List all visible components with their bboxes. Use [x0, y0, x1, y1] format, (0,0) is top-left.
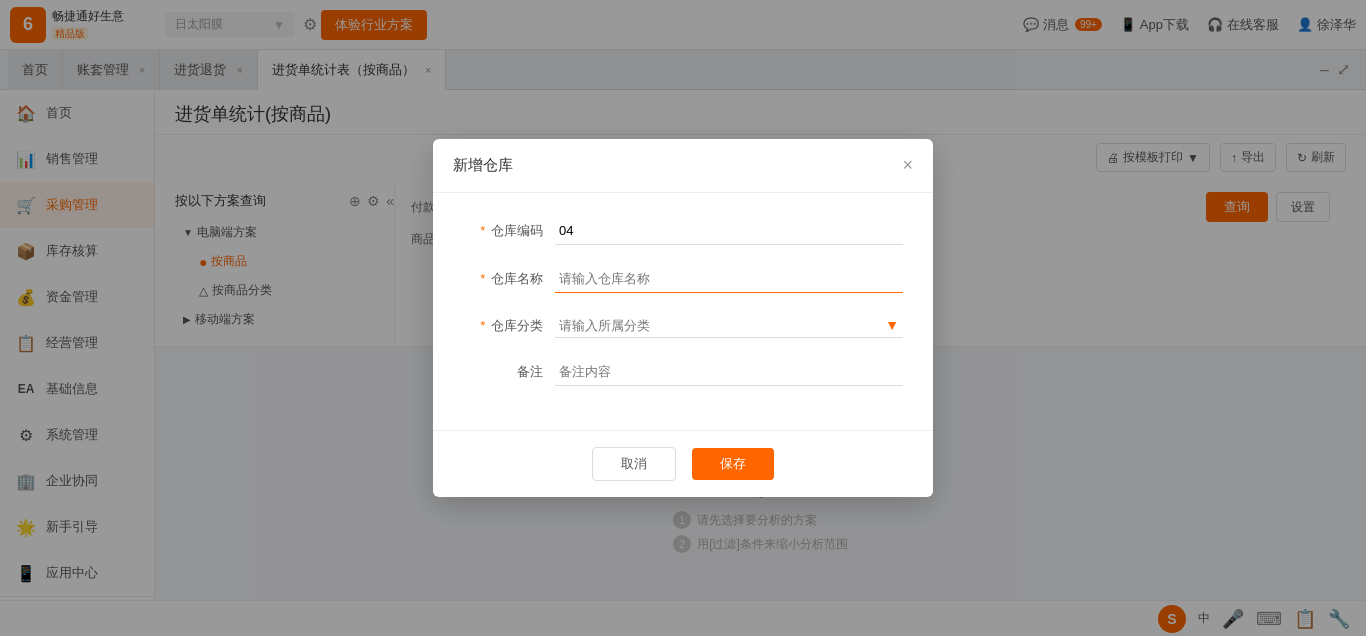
warehouse-name-row: * 仓库名称	[463, 265, 903, 293]
warehouse-code-label: * 仓库编码	[463, 222, 543, 240]
modal-header: 新增仓库 ×	[433, 139, 933, 193]
warehouse-name-label: * 仓库名称	[463, 270, 543, 288]
modal-close-button[interactable]: ×	[902, 155, 913, 176]
name-required-star: *	[480, 271, 485, 286]
category-dropdown-icon[interactable]: ▼	[885, 317, 899, 333]
warehouse-name-input[interactable]	[555, 265, 903, 293]
warehouse-category-input[interactable]	[559, 318, 885, 333]
warehouse-code-input[interactable]	[555, 217, 903, 245]
warehouse-remark-input[interactable]	[555, 358, 903, 386]
code-required-star: *	[480, 223, 485, 238]
add-warehouse-modal: 新增仓库 × * 仓库编码 * 仓库名称	[433, 139, 933, 497]
warehouse-code-row: * 仓库编码	[463, 217, 903, 245]
modal-title: 新增仓库	[453, 156, 513, 175]
warehouse-remark-label: 备注	[463, 363, 543, 381]
modal-footer: 取消 保存	[433, 430, 933, 497]
category-label-text: 仓库分类	[491, 318, 543, 333]
warehouse-category-row: * 仓库分类 ▼	[463, 313, 903, 338]
name-label-text: 仓库名称	[491, 271, 543, 286]
warehouse-remark-row: 备注	[463, 358, 903, 386]
modal-overlay: 新增仓库 × * 仓库编码 * 仓库名称	[0, 0, 1366, 636]
save-button[interactable]: 保存	[692, 448, 774, 480]
code-label-text: 仓库编码	[491, 223, 543, 238]
category-required-star: *	[480, 318, 485, 333]
warehouse-category-label: * 仓库分类	[463, 317, 543, 335]
warehouse-category-wrapper[interactable]: ▼	[555, 313, 903, 338]
modal-body: * 仓库编码 * 仓库名称 * 仓库分类	[433, 193, 933, 430]
cancel-button[interactable]: 取消	[592, 447, 676, 481]
